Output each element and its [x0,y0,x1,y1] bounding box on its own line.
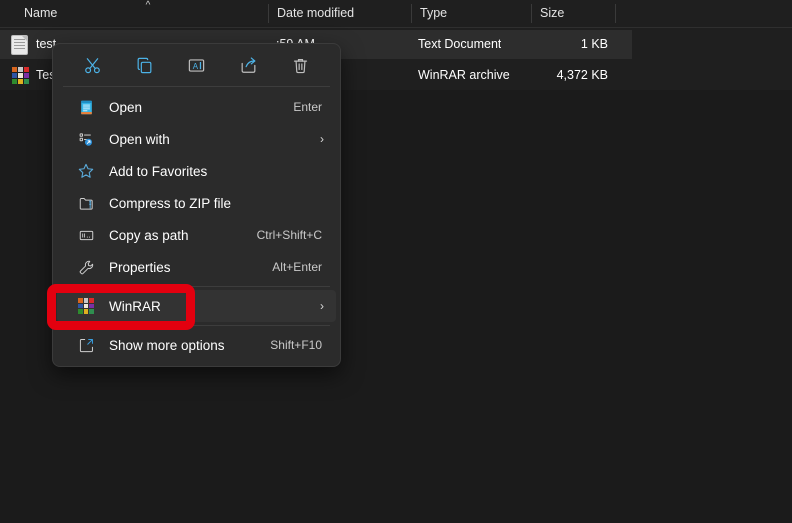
trash-icon [291,56,310,75]
menu-separator [63,286,330,287]
menu-item-open[interactable]: Open Enter [57,91,336,123]
menu-item-label: WinRAR [109,298,161,314]
notepad-icon [77,98,95,116]
column-divider[interactable] [411,4,412,23]
column-header-name[interactable]: Name [24,0,142,27]
menu-item-show-more-options[interactable]: Show more options Shift+F10 [57,329,336,361]
rename-button[interactable]: A [181,50,211,80]
column-divider[interactable] [531,4,532,23]
winrar-archive-icon [12,67,29,85]
menu-item-properties[interactable]: Properties Alt+Enter [57,251,336,283]
menu-item-winrar[interactable]: WinRAR › [57,290,336,322]
star-icon [77,162,95,180]
svg-text:A: A [193,61,199,70]
column-header-row: Name ^ Date modified Type Size [0,0,792,28]
cut-button[interactable] [78,50,108,80]
text-document-icon [12,36,29,54]
open-with-icon [77,130,95,148]
winrar-icon [77,297,95,315]
column-header-type-label: Type [420,6,448,20]
zip-folder-icon [77,194,95,212]
column-header-date-modified[interactable]: Date modified [277,0,407,27]
menu-item-compress-to-zip[interactable]: Compress to ZIP file [57,187,336,219]
column-header-size[interactable]: Size [540,0,615,27]
context-menu: A Open Enter Open with › Add to Favorite… [52,43,341,367]
share-button[interactable] [233,50,263,80]
menu-item-label: Open with [109,131,170,147]
context-menu-toolbar: A [53,44,340,86]
menu-item-accelerator: Enter [293,100,322,114]
chevron-right-icon: › [320,299,324,313]
menu-item-accelerator: Ctrl+Shift+C [256,228,322,242]
copy-button[interactable] [130,50,160,80]
chevron-right-icon: › [320,132,324,146]
show-more-icon [77,336,95,354]
rename-icon: A [187,56,206,75]
row-size-cell: 1 KB [580,37,608,51]
context-menu-item-list: Open Enter Open with › Add to Favorites … [53,87,340,366]
menu-separator [63,325,330,326]
copy-icon [135,56,154,75]
sort-ascending-icon: ^ [145,0,151,11]
column-divider[interactable] [615,4,616,23]
menu-item-accelerator: Shift+F10 [270,338,322,352]
menu-item-accelerator: Alt+Enter [272,260,322,274]
column-header-size-label: Size [540,6,565,20]
menu-item-label: Compress to ZIP file [109,195,232,211]
menu-item-label: Show more options [109,337,225,353]
copy-path-icon [77,226,95,244]
wrench-icon [77,258,95,276]
column-header-type[interactable]: Type [420,0,520,27]
menu-item-add-to-favorites[interactable]: Add to Favorites [57,155,336,187]
column-divider[interactable] [268,4,269,23]
menu-item-label: Add to Favorites [109,163,208,179]
menu-item-label: Open [109,99,143,115]
delete-button[interactable] [285,50,315,80]
column-header-date-label: Date modified [277,6,355,20]
menu-item-label: Properties [109,259,171,275]
menu-item-open-with[interactable]: Open with › [57,123,336,155]
column-header-name-label: Name [24,6,58,20]
row-size-cell: 4,372 KB [556,68,608,82]
share-icon [239,56,258,75]
menu-item-copy-as-path[interactable]: Copy as path Ctrl+Shift+C [57,219,336,251]
scissors-icon [83,56,102,75]
menu-item-label: Copy as path [109,227,189,243]
